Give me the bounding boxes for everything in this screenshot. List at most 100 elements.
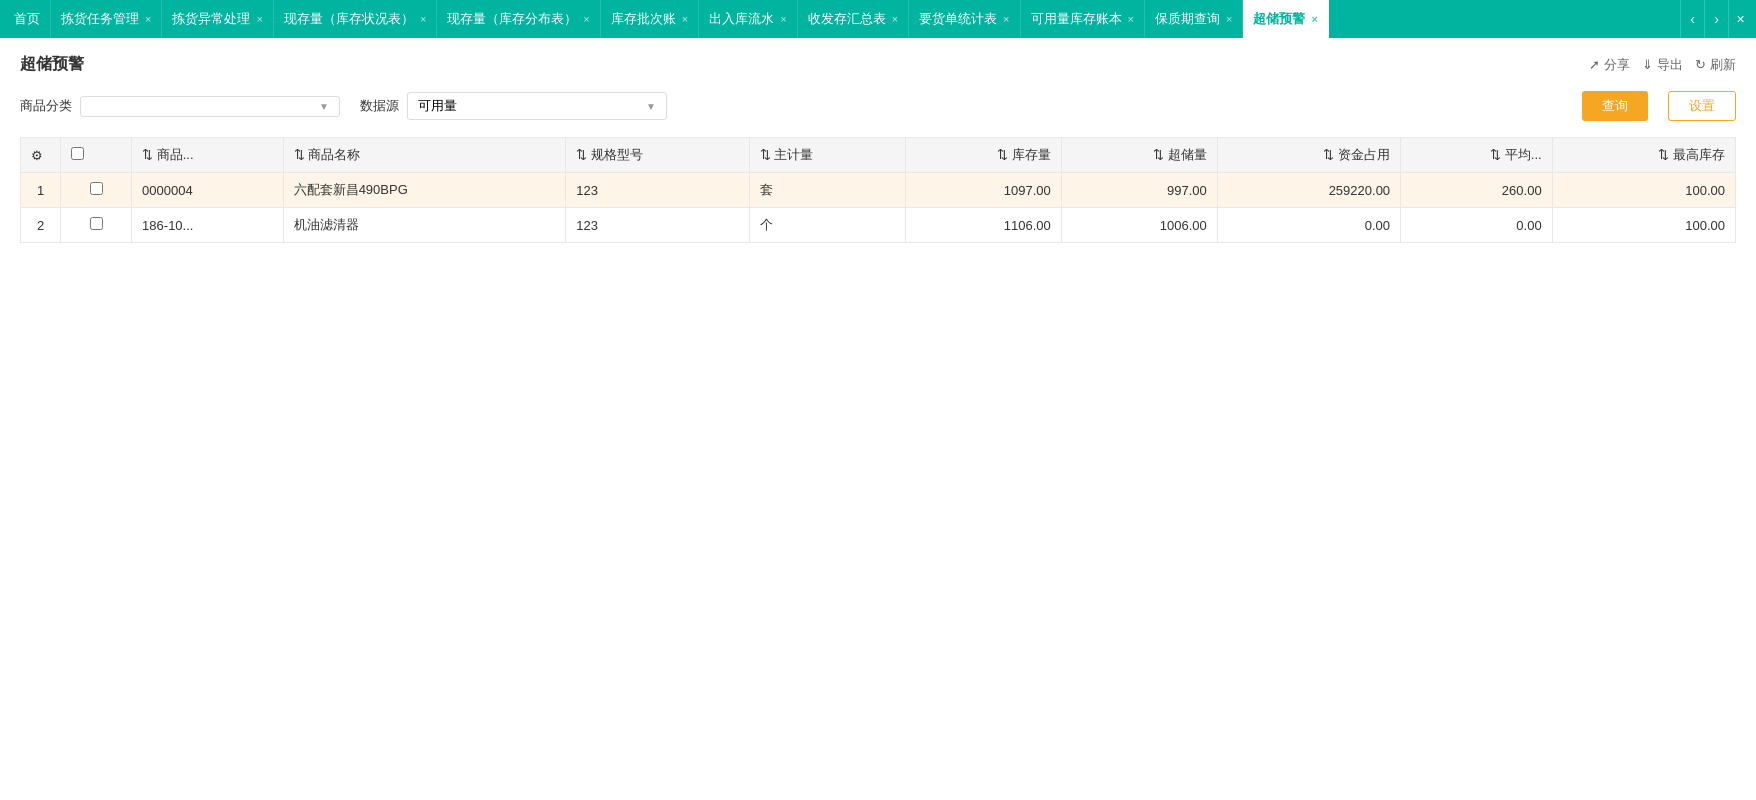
product-name-column-header[interactable]: ⇅ 商品名称 [283,138,566,173]
datasource-select[interactable]: 可用量 ▼ [407,92,667,120]
export-button[interactable]: ⇓ 导出 [1642,56,1683,74]
table-header-row: ⚙ ⇅ 商品... ⇅ 商品名称 ⇅ 规格型号 ⇅ 主计量 ⇅ 库存量 [21,138,1736,173]
nav-tab-label: 库存批次账 [611,10,676,28]
refresh-icon: ↻ [1695,57,1706,72]
tab-close-icon[interactable]: × [780,13,786,25]
filter-row: 商品分类 ▼ 数据源 可用量 ▼ 查询 设置 [20,91,1736,121]
query-button[interactable]: 查询 [1582,91,1648,121]
nav-tab-label: 出入库流水 [709,10,774,28]
nav-expand-btn[interactable]: × [1728,0,1752,38]
nav-tab-label: 首页 [14,10,40,28]
row-max-stock: 100.00 [1552,173,1735,208]
nav-tab-home[interactable]: 首页 [4,0,51,38]
row-unit: 个 [749,208,905,243]
row-index: 2 [21,208,61,243]
row-avg: 0.00 [1401,208,1553,243]
data-table: ⚙ ⇅ 商品... ⇅ 商品名称 ⇅ 规格型号 ⇅ 主计量 ⇅ 库存量 [20,137,1736,243]
datasource-chevron-icon: ▼ [646,101,656,112]
tab-close-icon[interactable]: × [1003,13,1009,25]
row-product-name: 六配套新昌490BPG [283,173,566,208]
avg-column-header[interactable]: ⇅ 平均... [1401,138,1553,173]
share-button[interactable]: ➚ 分享 [1589,56,1630,74]
max-stock-column-header[interactable]: ⇅ 最高库存 [1552,138,1735,173]
select-all-checkbox[interactable] [71,147,84,160]
category-select[interactable]: ▼ [80,96,340,117]
header-actions: ➚ 分享 ⇓ 导出 ↻ 刷新 [1589,56,1736,74]
tab-close-icon[interactable]: × [420,13,426,25]
row-unit: 套 [749,173,905,208]
unit-column-header[interactable]: ⇅ 主计量 [749,138,905,173]
row-stock: 1106.00 [905,208,1061,243]
category-label: 商品分类 [20,97,72,115]
nav-tab-abnormal[interactable]: 拣货异常处理 × [162,0,273,38]
row-product-code: 186-10... [132,208,284,243]
category-filter-group: 商品分类 ▼ [20,96,340,117]
datasource-select-value: 可用量 [418,97,457,115]
datasource-label: 数据源 [360,97,399,115]
page-header: 超储预警 ➚ 分享 ⇓ 导出 ↻ 刷新 [20,54,1736,75]
nav-tab-quality-check[interactable]: 保质期查询 × [1145,0,1243,38]
nav-tab-label: 拣货异常处理 [172,10,250,28]
tab-close-icon[interactable]: × [145,13,151,25]
nav-tab-overstock[interactable]: 超储预警 × [1243,0,1328,38]
nav-tab-label: 可用量库存账本 [1031,10,1122,28]
nav-tab-stock-dist[interactable]: 现存量（库存分布表） × [437,0,600,38]
tab-close-icon[interactable]: × [892,13,898,25]
row-product-name: 机油滤清器 [283,208,566,243]
settings-button[interactable]: 设置 [1668,91,1736,121]
nav-tab-avail-ledger[interactable]: 可用量库存账本 × [1021,0,1145,38]
nav-tab-label: 要货单统计表 [919,10,997,28]
row-capital-occupied: 259220.00 [1217,173,1400,208]
nav-tab-stock-status[interactable]: 现存量（库存状况表） × [274,0,437,38]
page-title: 超储预警 [20,54,84,75]
nav-tab-label: 超储预警 [1253,10,1305,28]
row-checkbox[interactable] [61,173,132,208]
datasource-filter-group: 数据源 可用量 ▼ [360,92,667,120]
row-product-code: 0000004 [132,173,284,208]
row-stock: 1097.00 [905,173,1061,208]
nav-tab-label: 现存量（库存状况表） [284,10,414,28]
nav-arrows: ‹ › × [1680,0,1752,38]
nav-tab-order-stat[interactable]: 要货单统计表 × [909,0,1020,38]
row-capital-occupied: 0.00 [1217,208,1400,243]
page-content: 超储预警 ➚ 分享 ⇓ 导出 ↻ 刷新 商品分类 ▼ 数据源 [0,38,1756,800]
capital-column-header[interactable]: ⇅ 资金占用 [1217,138,1400,173]
spec-column-header[interactable]: ⇅ 规格型号 [566,138,749,173]
nav-tab-batch[interactable]: 库存批次账 × [601,0,699,38]
row-index: 1 [21,173,61,208]
gear-column-header[interactable]: ⚙ [21,138,61,173]
tab-close-icon[interactable]: × [1311,13,1317,25]
row-avg: 260.00 [1401,173,1553,208]
stock-column-header[interactable]: ⇅ 库存量 [905,138,1061,173]
export-icon: ⇓ [1642,57,1653,72]
nav-tab-label: 拣货任务管理 [61,10,139,28]
tab-close-icon[interactable]: × [1128,13,1134,25]
nav-tab-label: 收发存汇总表 [808,10,886,28]
row-max-stock: 100.00 [1552,208,1735,243]
checkbox-column-header[interactable] [61,138,132,173]
nav-tab-label: 保质期查询 [1155,10,1220,28]
row-checkbox[interactable] [61,208,132,243]
row-over-stock: 1006.00 [1061,208,1217,243]
nav-tab-inout-flow[interactable]: 出入库流水 × [699,0,797,38]
share-icon: ➚ [1589,57,1600,72]
row-spec: 123 [566,208,749,243]
row-spec: 123 [566,173,749,208]
top-nav: 首页拣货任务管理×拣货异常处理×现存量（库存状况表）×现存量（库存分布表）×库存… [0,0,1756,38]
category-chevron-icon: ▼ [319,101,329,112]
row-over-stock: 997.00 [1061,173,1217,208]
overstock-column-header[interactable]: ⇅ 超储量 [1061,138,1217,173]
nav-right-arrow[interactable]: › [1704,0,1728,38]
tab-close-icon[interactable]: × [682,13,688,25]
tab-close-icon[interactable]: × [1226,13,1232,25]
product-code-column-header[interactable]: ⇅ 商品... [132,138,284,173]
nav-tab-label: 现存量（库存分布表） [447,10,577,28]
nav-tab-collect[interactable]: 收发存汇总表 × [798,0,909,38]
table-row: 1 0000004 六配套新昌490BPG 123 套 1097.00 997.… [21,173,1736,208]
nav-left-arrow[interactable]: ‹ [1680,0,1704,38]
nav-tab-task[interactable]: 拣货任务管理 × [51,0,162,38]
refresh-button[interactable]: ↻ 刷新 [1695,56,1736,74]
tab-close-icon[interactable]: × [583,13,589,25]
tab-close-icon[interactable]: × [256,13,262,25]
table-row: 2 186-10... 机油滤清器 123 个 1106.00 1006.00 … [21,208,1736,243]
